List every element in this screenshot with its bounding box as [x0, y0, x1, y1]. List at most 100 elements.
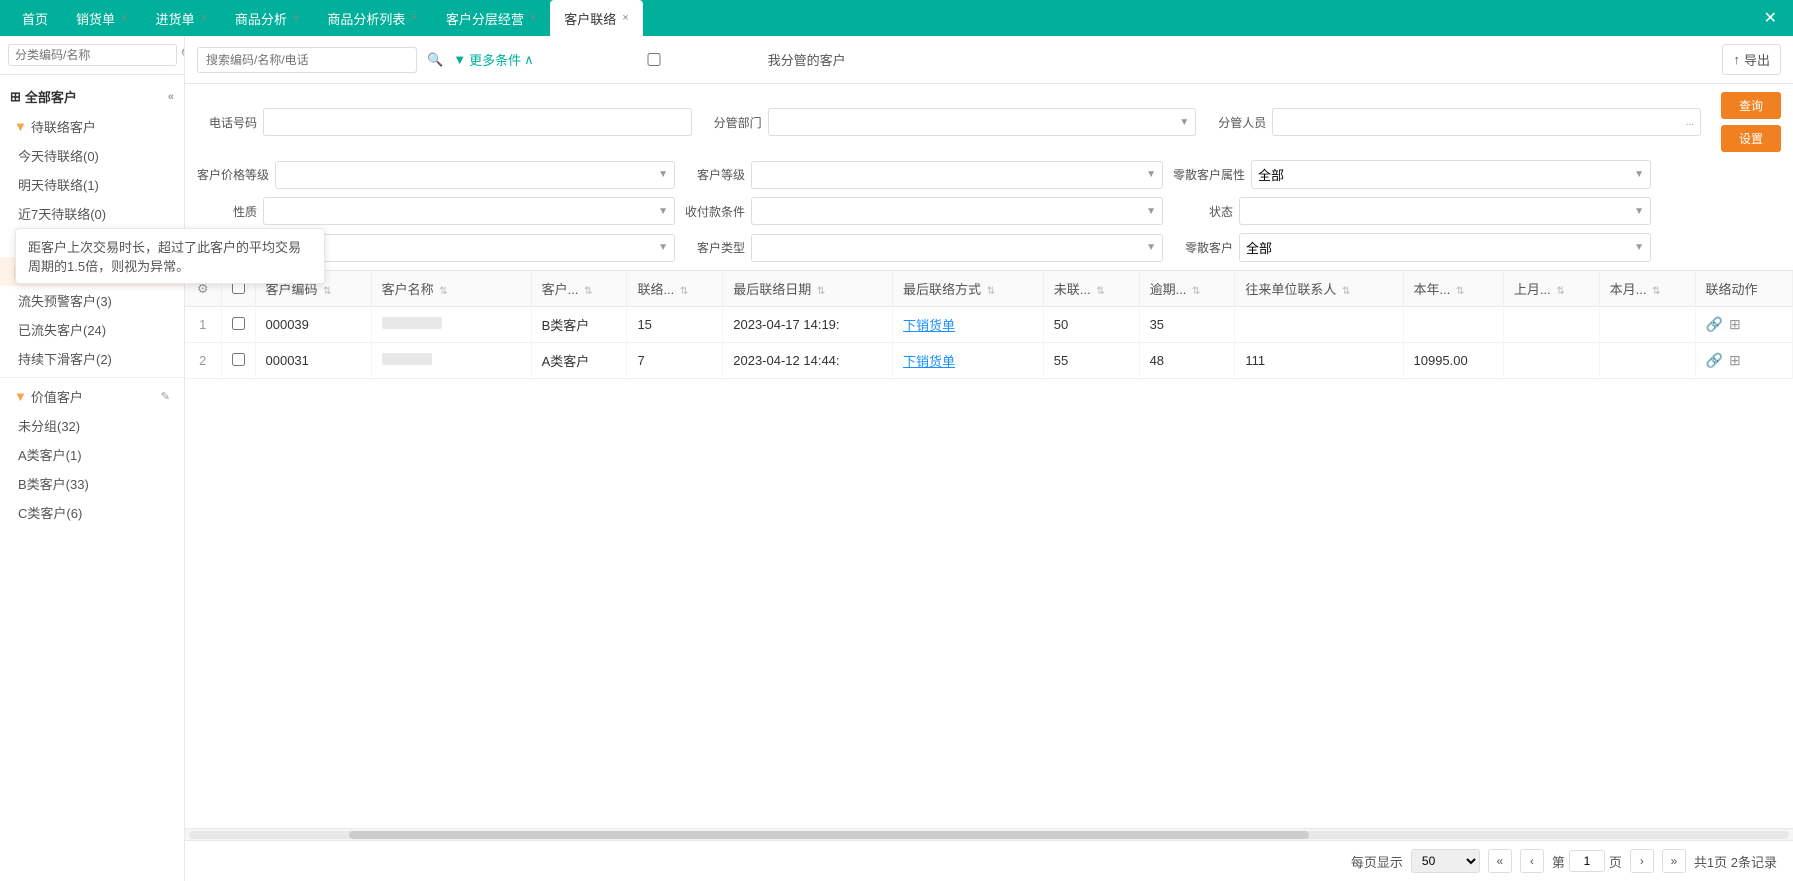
sidebar-item-tomorrow[interactable]: 明天待联络(1)	[0, 170, 184, 199]
label-7days: 近7天待联络(0)	[18, 207, 106, 222]
price-level-select[interactable]: ▼	[275, 161, 675, 189]
nav-item-analysis-list[interactable]: 商品分析列表 ×	[313, 0, 431, 36]
scroll-thumb[interactable]	[349, 831, 1309, 839]
sidebar-item-churn-warning[interactable]: 流失预警客户(3)	[0, 286, 184, 315]
page-unit: 页	[1609, 852, 1622, 871]
next-page-btn[interactable]: ›	[1630, 849, 1654, 873]
sort-icon-last-method[interactable]: ⇅	[987, 286, 995, 297]
nav-item-purchase[interactable]: 进货单 ×	[141, 0, 220, 36]
customer-level-select[interactable]: ▼	[751, 161, 1163, 189]
nav-close-analysis-list[interactable]: ×	[411, 12, 417, 24]
phone-input[interactable]	[263, 108, 692, 136]
nav-item-customer-contact[interactable]: 客户联络 ×	[550, 0, 642, 36]
nav-item-sales[interactable]: 销货单 ×	[62, 0, 141, 36]
first-page-btn[interactable]: «	[1488, 849, 1512, 873]
sidebar-item-ungrouped[interactable]: 未分组(32)	[0, 411, 184, 440]
row1-last-method[interactable]: 下销货单	[893, 307, 1044, 343]
filter-row-2: 客户价格等级 ▼ 客户等级 ▼ 零散客户属性	[197, 160, 1781, 189]
dept-select[interactable]: ▼	[768, 108, 1197, 136]
person-select[interactable]: ...	[1272, 108, 1701, 136]
sort-icon-this-month[interactable]: ⇅	[1652, 286, 1660, 297]
edit-icon-value[interactable]: ✎	[161, 390, 170, 403]
payment-select[interactable]: ▼	[751, 197, 1163, 225]
customer-type-select[interactable]: ▼	[751, 234, 1163, 262]
horizontal-scrollbar[interactable]	[185, 828, 1793, 840]
nav-close-customer-tier[interactable]: ×	[530, 12, 536, 24]
sidebar-collapse-icon[interactable]: «	[168, 91, 174, 103]
sidebar-item-c-class[interactable]: C类客户(6)	[0, 498, 184, 527]
retail-customer-select[interactable]: 全部 ▼	[1239, 233, 1651, 262]
retail-attr-select[interactable]: 全部 ▼	[1251, 160, 1651, 189]
row2-last-month	[1503, 343, 1599, 379]
row1-checkbox[interactable]	[232, 317, 245, 330]
row2-action-icon2[interactable]: ⊞	[1729, 352, 1741, 369]
nav-label-analysis-list: 商品分析列表	[327, 9, 405, 28]
row1-name	[371, 307, 531, 343]
settings-button[interactable]: 设置	[1721, 125, 1781, 152]
nav-item-analysis[interactable]: 商品分析 ×	[221, 0, 313, 36]
sidebar-item-churned[interactable]: 已流失客户(24)	[0, 315, 184, 344]
row1-last-month	[1503, 307, 1599, 343]
row1-overdue: 35	[1139, 307, 1235, 343]
sort-icon-code[interactable]: ⇅	[323, 286, 331, 297]
nav-label-customer-tier: 客户分层经营	[446, 9, 524, 28]
sidebar-item-declining[interactable]: 持续下滑客户(2)	[0, 344, 184, 373]
retail-attr-label: 零散客户属性	[1173, 166, 1245, 183]
export-button[interactable]: ↑ 导出	[1722, 44, 1781, 75]
more-conditions-btn[interactable]: ▼ 更多条件 ∧	[453, 50, 533, 69]
nav-close-customer-contact[interactable]: ×	[622, 12, 628, 24]
row1-action-icon2[interactable]: ⊞	[1729, 316, 1741, 333]
my-customer-checkbox[interactable]	[544, 53, 764, 66]
sidebar-item-b-class[interactable]: B类客户(33)	[0, 469, 184, 498]
my-customer-label: 我分管的客户	[768, 50, 846, 69]
sidebar-search-input[interactable]	[8, 44, 177, 66]
chevron-down-icon: ∧	[524, 52, 534, 68]
person-label: 分管人员	[1206, 114, 1266, 131]
nav-close-purchase[interactable]: ×	[200, 12, 206, 24]
status-select[interactable]: ▼	[1239, 197, 1651, 225]
payment-arrow: ▼	[1146, 206, 1156, 217]
retail-customer-arrow: ▼	[1634, 242, 1644, 253]
query-button[interactable]: 查询	[1721, 92, 1781, 119]
sort-icon-last-date[interactable]: ⇅	[817, 286, 825, 297]
sort-icon-uncontacted[interactable]: ⇅	[1096, 286, 1104, 297]
row2-method-link[interactable]: 下销货单	[903, 354, 955, 369]
row2-last-method[interactable]: 下销货单	[893, 343, 1044, 379]
customer-level-arrow: ▼	[1146, 169, 1156, 180]
export-label: 导出	[1744, 50, 1770, 69]
row1-action-icon1[interactable]: 🔗	[1706, 316, 1723, 333]
page-size-select[interactable]: 50 20 100	[1411, 849, 1480, 873]
dept-down-arrow: ▼	[1179, 117, 1189, 128]
per-page-label: 每页显示	[1351, 852, 1403, 871]
sort-icon-name[interactable]: ⇅	[439, 286, 447, 297]
sidebar-item-a-class[interactable]: A类客户(1)	[0, 440, 184, 469]
nav-item-home[interactable]: 首页	[8, 0, 62, 36]
row2-checkbox[interactable]	[232, 353, 245, 366]
filter-search-icon[interactable]: 🔍	[427, 52, 443, 68]
window-close-button[interactable]: ✕	[1756, 8, 1785, 28]
nav-close-sales[interactable]: ×	[121, 12, 127, 24]
row2-type: A类客户	[531, 343, 627, 379]
sidebar-item-today[interactable]: 今天待联络(0)	[0, 141, 184, 170]
sort-icon-contact[interactable]: ⇅	[680, 286, 688, 297]
sort-icon-last-month[interactable]: ⇅	[1556, 286, 1564, 297]
sidebar-all-customers[interactable]: ⊞ 全部客户 «	[0, 81, 184, 112]
sort-icon-company-contact[interactable]: ⇅	[1342, 286, 1350, 297]
last-page-btn[interactable]: »	[1662, 849, 1686, 873]
sidebar-group-pending[interactable]: ▼ 待联络客户	[0, 112, 184, 141]
prev-page-btn[interactable]: ‹	[1520, 849, 1544, 873]
sort-icon-overdue[interactable]: ⇅	[1192, 286, 1200, 297]
sort-icon-type[interactable]: ⇅	[584, 286, 592, 297]
filter-row-4: ... ▼ 客户类型 ▼ 零散客户	[197, 233, 1781, 262]
filter-field-price-level: 客户价格等级 ▼	[197, 161, 675, 189]
nav-item-customer-tier[interactable]: 客户分层经营 ×	[432, 0, 550, 36]
nature-select[interactable]: ▼	[263, 197, 675, 225]
sort-icon-this-year[interactable]: ⇅	[1456, 286, 1464, 297]
row1-method-link[interactable]: 下销货单	[903, 318, 955, 333]
sidebar-item-7days[interactable]: 近7天待联络(0)	[0, 199, 184, 228]
search-input[interactable]	[197, 47, 417, 73]
page-number-input[interactable]	[1569, 850, 1605, 872]
sidebar-group-value[interactable]: ▼ 价值客户 ✎	[0, 382, 184, 411]
row2-action-icon1[interactable]: 🔗	[1706, 352, 1723, 369]
nav-close-analysis[interactable]: ×	[293, 12, 299, 24]
